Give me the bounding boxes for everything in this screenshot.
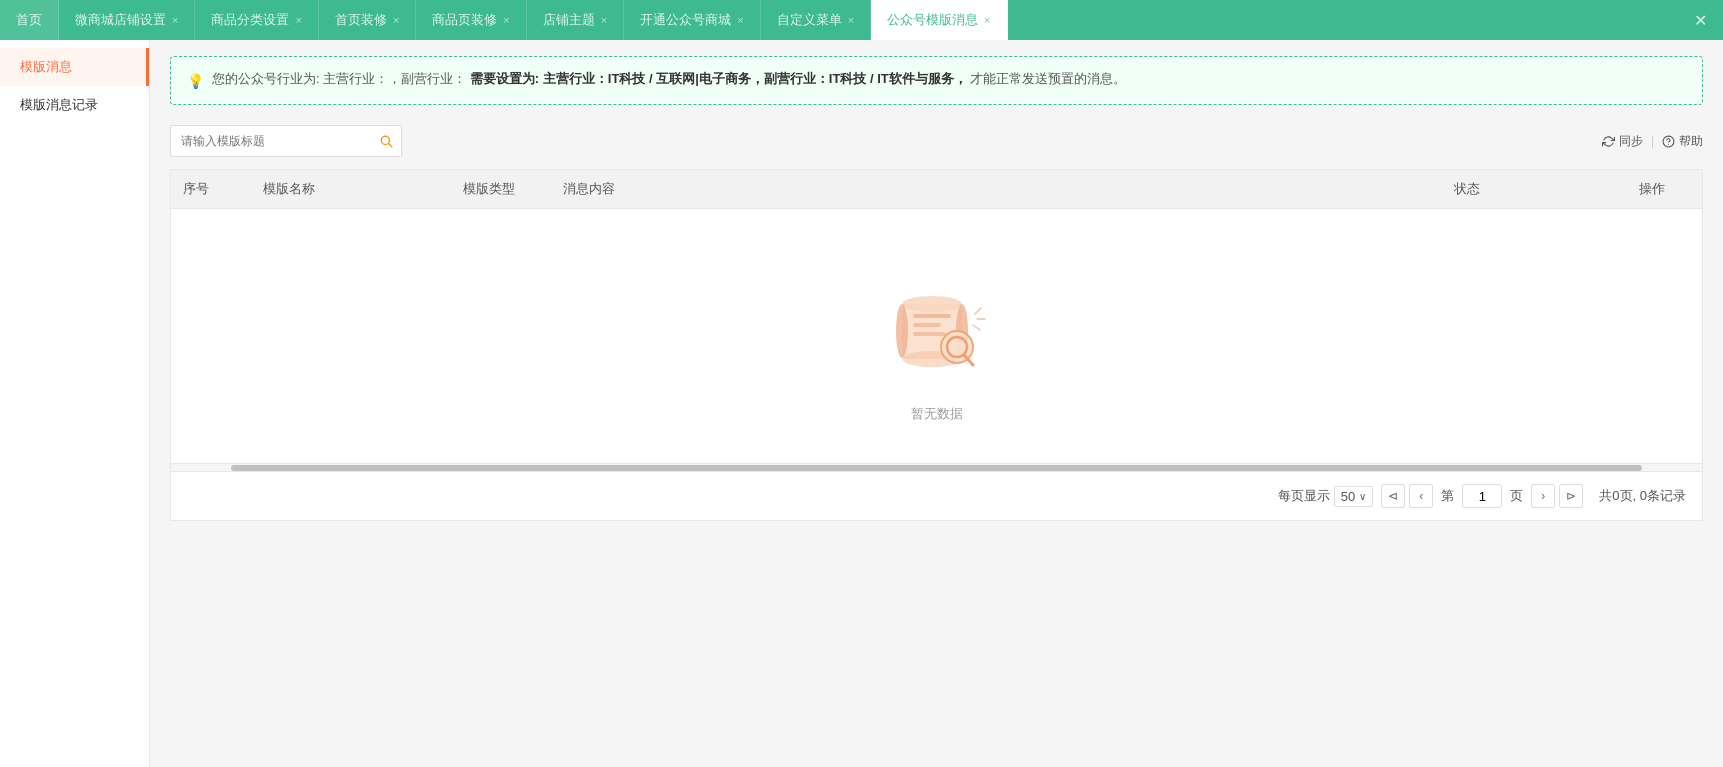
tab-close-store-theme[interactable]: ×: [601, 14, 607, 26]
page-size-value: 50: [1341, 489, 1355, 504]
pagination: 每页显示 50 ∨ ⊲ ‹ 第 页 › ⊳ 共0页, 0条记录: [171, 471, 1702, 520]
tab-close-shop-settings[interactable]: ×: [172, 14, 178, 26]
horizontal-scrollbar[interactable]: [171, 463, 1702, 471]
notice-text: 您的公众号行业为: 主营行业：，副营行业： 需要设置为: 主营行业：IT科技 /…: [212, 69, 1126, 90]
tab-shop-settings[interactable]: 微商城店铺设置 ×: [59, 0, 195, 40]
sync-button[interactable]: 同步: [1602, 133, 1643, 150]
page-label: 第: [1441, 487, 1454, 505]
page-size-label: 每页显示: [1278, 487, 1330, 505]
col-header-type: 模版类型: [451, 170, 551, 208]
tab-close-product-decoration[interactable]: ×: [503, 14, 509, 26]
tab-label-shop-settings: 微商城店铺设置: [75, 11, 166, 29]
empty-illustration: [877, 269, 997, 389]
tab-close-open-mall[interactable]: ×: [737, 14, 743, 26]
data-table: 序号 模版名称 模版类型 消息内容 状态 操作: [170, 169, 1703, 521]
tab-product-decoration[interactable]: 商品页装修 ×: [416, 0, 526, 40]
divider: |: [1651, 134, 1654, 148]
scrollbar-thumb[interactable]: [231, 465, 1642, 471]
col-header-name: 模版名称: [251, 170, 451, 208]
col-header-seq: 序号: [171, 170, 251, 208]
tab-label-store-theme: 店铺主题: [543, 11, 595, 29]
search-right: 同步 | 帮助: [1602, 133, 1703, 150]
help-button[interactable]: 帮助: [1662, 133, 1703, 150]
svg-point-7: [896, 304, 908, 358]
tab-bar: 首页微商城店铺设置 ×商品分类设置 ×首页装修 ×商品页装修 ×店铺主题 ×开通…: [0, 0, 1723, 40]
table-header: 序号 模版名称 模版类型 消息内容 状态 操作: [171, 170, 1702, 209]
col-header-action: 操作: [1602, 170, 1702, 208]
svg-rect-10: [913, 323, 941, 327]
bulb-icon: 💡: [187, 70, 204, 92]
tab-label-home: 首页: [16, 11, 42, 29]
search-bar: 同步 | 帮助: [170, 125, 1703, 157]
notice-banner: 💡 您的公众号行业为: 主营行业：，副营行业： 需要设置为: 主营行业：IT科技…: [170, 56, 1703, 105]
tab-close-category-settings[interactable]: ×: [295, 14, 301, 26]
tab-label-custom-menu: 自定义菜单: [777, 11, 842, 29]
last-page-button[interactable]: ⊳: [1559, 484, 1583, 508]
tab-home[interactable]: 首页: [0, 0, 59, 40]
sidebar-item-template-record[interactable]: 模版消息记录: [0, 86, 149, 124]
page-nav: ⊲ ‹ 第 页 › ⊳: [1381, 484, 1583, 508]
sidebar: 模版消息模版消息记录: [0, 40, 150, 767]
chevron-down-icon: ∨: [1359, 491, 1366, 502]
content-area: 💡 您的公众号行业为: 主营行业：，副营行业： 需要设置为: 主营行业：IT科技…: [150, 40, 1723, 767]
sync-icon: [1602, 135, 1615, 148]
svg-line-17: [973, 325, 980, 330]
search-input[interactable]: [170, 125, 370, 157]
tab-close-template-msg[interactable]: ×: [984, 14, 990, 26]
svg-line-15: [975, 308, 981, 314]
svg-rect-11: [913, 332, 946, 336]
col-header-status: 状态: [1442, 170, 1602, 208]
tab-bar-close-button[interactable]: ✕: [1678, 11, 1723, 30]
tab-label-product-decoration: 商品页装修: [432, 11, 497, 29]
tab-label-category-settings: 商品分类设置: [211, 11, 289, 29]
svg-line-1: [388, 144, 391, 147]
first-page-button[interactable]: ⊲: [1381, 484, 1405, 508]
help-icon: [1662, 135, 1675, 148]
prev-page-button[interactable]: ‹: [1409, 484, 1433, 508]
page-unit: 页: [1510, 487, 1523, 505]
search-icon: [379, 134, 393, 148]
page-size-select: 每页显示 50 ∨: [1278, 486, 1373, 507]
page-number-input[interactable]: [1462, 484, 1502, 508]
tab-label-home-decoration: 首页装修: [335, 11, 387, 29]
tab-category-settings[interactable]: 商品分类设置 ×: [195, 0, 318, 40]
tab-label-template-msg: 公众号模版消息: [887, 11, 978, 29]
main-layout: 模版消息模版消息记录 💡 您的公众号行业为: 主营行业：，副营行业： 需要设置为…: [0, 40, 1723, 767]
tab-open-mall[interactable]: 开通公众号商城 ×: [624, 0, 760, 40]
empty-text: 暂无数据: [911, 405, 963, 423]
tab-close-home-decoration[interactable]: ×: [393, 14, 399, 26]
tab-home-decoration[interactable]: 首页装修 ×: [319, 0, 416, 40]
sidebar-item-template-message[interactable]: 模版消息: [0, 48, 149, 86]
tab-store-theme[interactable]: 店铺主题 ×: [527, 0, 624, 40]
page-total: 共0页, 0条记录: [1599, 487, 1686, 505]
tab-close-custom-menu[interactable]: ×: [848, 14, 854, 26]
svg-rect-9: [913, 314, 951, 318]
tab-custom-menu[interactable]: 自定义菜单 ×: [761, 0, 871, 40]
empty-state: 暂无数据: [171, 209, 1702, 463]
col-header-content: 消息内容: [551, 170, 1442, 208]
tab-template-msg[interactable]: 公众号模版消息 ×: [871, 0, 1007, 40]
tab-label-open-mall: 开通公众号商城: [640, 11, 731, 29]
search-left: [170, 125, 402, 157]
search-button[interactable]: [370, 125, 402, 157]
page-size-box[interactable]: 50 ∨: [1334, 486, 1373, 507]
next-page-button[interactable]: ›: [1531, 484, 1555, 508]
